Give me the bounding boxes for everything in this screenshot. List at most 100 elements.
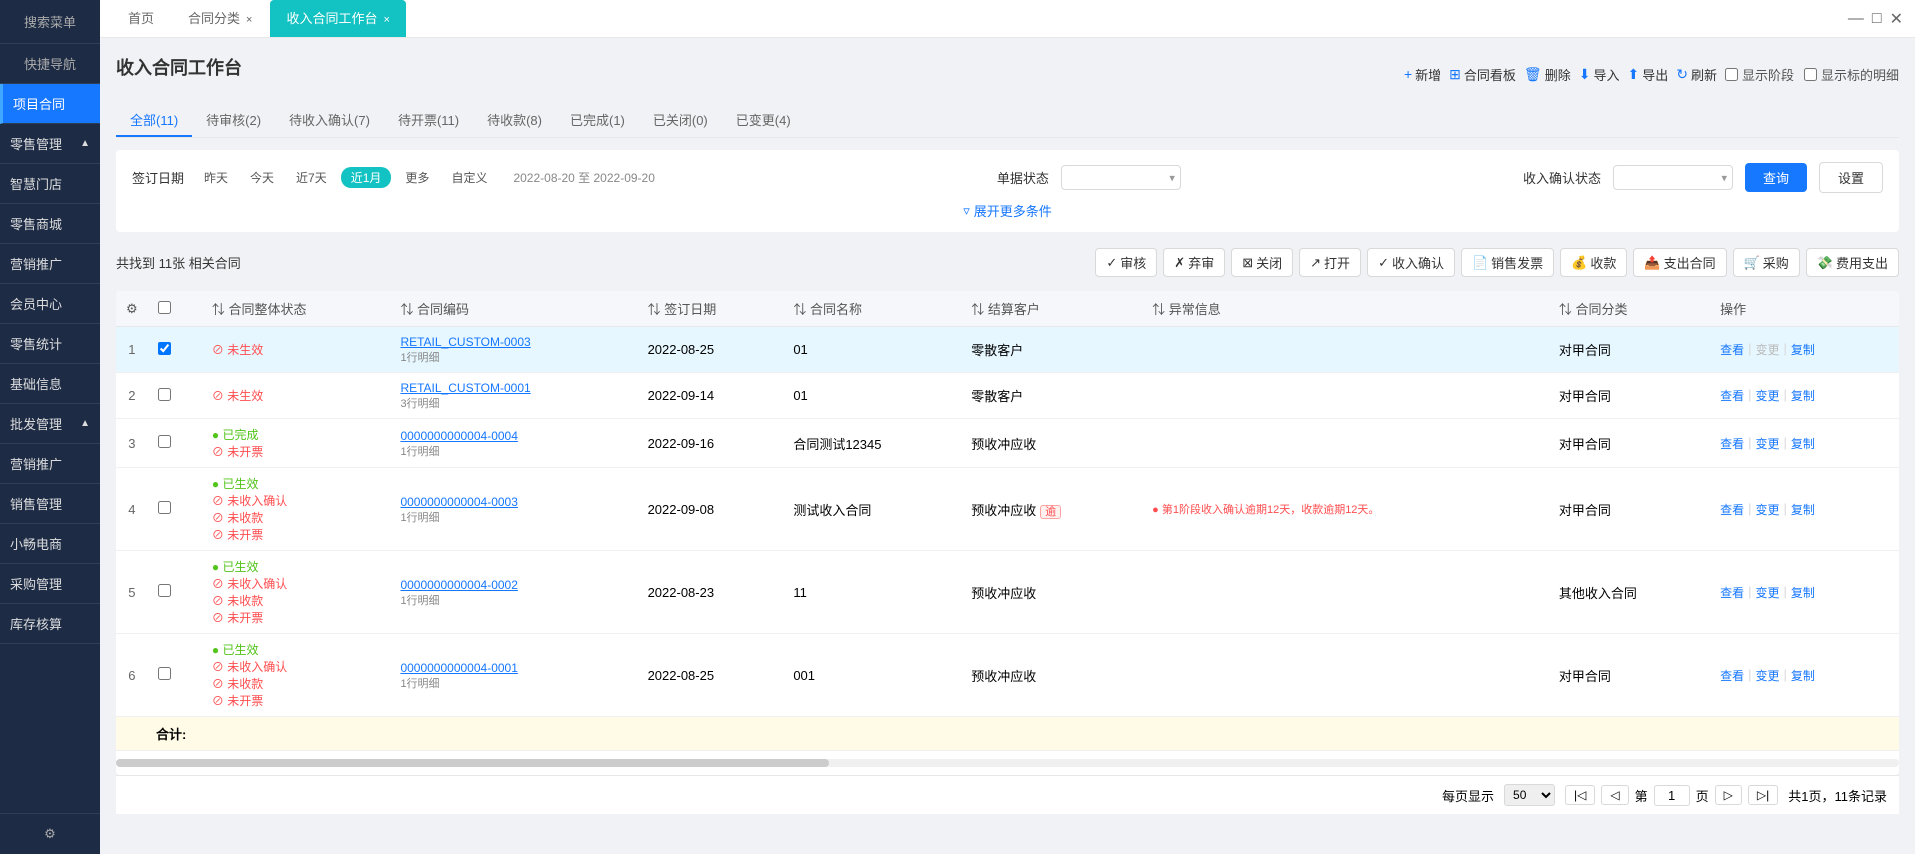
contract-code-link-1[interactable]: RETAIL_CUSTOM-0001	[400, 381, 530, 395]
checkbox-input-show-marks[interactable]	[1804, 68, 1817, 81]
action-变更-2[interactable]: 变更	[1755, 435, 1779, 452]
toolbar-action-receipt[interactable]: 💰收款	[1560, 248, 1627, 277]
settings-button[interactable]: 设置	[1819, 162, 1883, 193]
contract-code-link-0[interactable]: RETAIL_CUSTOM-0003	[400, 335, 530, 349]
action-复制-5[interactable]: 复制	[1791, 667, 1815, 684]
date-option-last7[interactable]: 近7天	[288, 167, 335, 188]
action-变更-5[interactable]: 变更	[1755, 667, 1779, 684]
header-action-kanban[interactable]: ⊞合同看板	[1449, 65, 1516, 84]
doc-status-select[interactable]	[1061, 165, 1181, 190]
tab-home[interactable]: 首页	[112, 0, 170, 37]
sidebar-item-base[interactable]: 基础信息	[0, 364, 100, 404]
page-input[interactable]	[1654, 785, 1690, 806]
action-复制-0[interactable]: 复制	[1791, 341, 1815, 358]
col-header-checkbox[interactable]	[148, 291, 202, 327]
filter-tab-pending-review[interactable]: 待审核(2)	[192, 104, 275, 137]
action-复制-2[interactable]: 复制	[1791, 435, 1815, 452]
sidebar-item-wholesale[interactable]: 批发管理▲	[0, 404, 100, 444]
toolbar-action-payout[interactable]: 📤支出合同	[1633, 248, 1726, 277]
filter-tab-changed[interactable]: 已变更(4)	[722, 104, 805, 137]
sidebar-settings[interactable]: ⚙	[0, 813, 100, 854]
checkbox-show-fields[interactable]: 显示阶段	[1725, 65, 1794, 84]
sidebar-item-mktg2[interactable]: 营销推广	[0, 444, 100, 484]
sidebar-search[interactable]: 搜索菜单	[0, 0, 100, 44]
last-page-button[interactable]: ▷|	[1748, 785, 1778, 805]
scroll-thumb[interactable]	[116, 759, 829, 767]
header-action-add[interactable]: +新增	[1404, 65, 1441, 84]
sidebar-item-stats[interactable]: 零售统计	[0, 324, 100, 364]
header-action-refresh[interactable]: ↻刷新	[1676, 65, 1717, 84]
maximize-icon[interactable]: □	[1872, 10, 1882, 28]
toolbar-action-abandon[interactable]: ✗弃审	[1163, 248, 1225, 277]
action-变更-3[interactable]: 变更	[1755, 501, 1779, 518]
filter-tab-completed[interactable]: 已完成(1)	[556, 104, 639, 137]
select-all-checkbox[interactable]	[158, 301, 171, 314]
toolbar-action-expense[interactable]: 💸费用支出	[1806, 248, 1899, 277]
col-header-settings[interactable]: ⚙	[116, 291, 148, 327]
toolbar-action-sales-invoice[interactable]: 📄销售发票	[1461, 248, 1554, 277]
action-复制-1[interactable]: 复制	[1791, 387, 1815, 404]
contract-code-link-2[interactable]: 0000000000004-0004	[400, 429, 517, 443]
scroll-track[interactable]	[116, 759, 1899, 767]
tab-income-workbench[interactable]: 收入合同工作台×	[270, 0, 405, 37]
tab-contract-category[interactable]: 合同分类×	[172, 0, 268, 37]
per-page-select[interactable]: 102050100	[1504, 784, 1555, 806]
sidebar-item-retail[interactable]: 零售管理▲	[0, 124, 100, 164]
next-page-button[interactable]: ▷	[1715, 785, 1742, 805]
action-查看-4[interactable]: 查看	[1720, 584, 1744, 601]
sidebar-item-purchase[interactable]: 采购管理	[0, 564, 100, 604]
tab-close-contract-category[interactable]: ×	[246, 14, 252, 26]
sidebar-item-sales[interactable]: 销售管理	[0, 484, 100, 524]
sidebar-item-ecommerce[interactable]: 零售商城	[0, 204, 100, 244]
action-查看-2[interactable]: 查看	[1720, 435, 1744, 452]
action-复制-3[interactable]: 复制	[1791, 501, 1815, 518]
sidebar-item-smartstore[interactable]: 智慧门店	[0, 164, 100, 204]
sidebar-item-marketing[interactable]: 营销推广	[0, 244, 100, 284]
filter-tab-closed[interactable]: 已关闭(0)	[639, 104, 722, 137]
filter-tab-pending-confirm[interactable]: 待收入确认(7)	[275, 104, 384, 137]
toolbar-action-open[interactable]: ↗打开	[1299, 248, 1361, 277]
toolbar-action-purchase[interactable]: 🛒采购	[1733, 248, 1800, 277]
date-option-today[interactable]: 今天	[242, 167, 282, 188]
toolbar-action-close[interactable]: ⊠关闭	[1231, 248, 1293, 277]
checkbox-show-marks[interactable]: 显示标的明细	[1804, 65, 1899, 84]
sidebar-item-project[interactable]: 项目合同	[0, 84, 100, 124]
row-checkbox-4[interactable]	[158, 584, 171, 597]
filter-tab-pending-invoice[interactable]: 待开票(11)	[384, 104, 473, 137]
sidebar-item-xiaotan[interactable]: 小畅电商	[0, 524, 100, 564]
sidebar-item-inventory[interactable]: 库存核算	[0, 604, 100, 644]
header-action-export[interactable]: ⬆导出	[1627, 65, 1668, 84]
action-变更-1[interactable]: 变更	[1755, 387, 1779, 404]
expand-conditions-button[interactable]: ▿ 展开更多条件	[963, 201, 1052, 220]
date-option-custom[interactable]: 自定义	[443, 167, 495, 188]
header-action-delete[interactable]: 🗑删除	[1524, 65, 1571, 84]
sidebar-item-member[interactable]: 会员中心	[0, 284, 100, 324]
filter-tab-all[interactable]: 全部(11)	[116, 104, 192, 137]
action-复制-4[interactable]: 复制	[1791, 584, 1815, 601]
row-checkbox-5[interactable]	[158, 667, 171, 680]
prev-page-button[interactable]: ◁	[1601, 785, 1628, 805]
toolbar-action-review[interactable]: ✓审核	[1095, 248, 1157, 277]
date-option-last1month[interactable]: 近1月	[341, 167, 392, 188]
close-icon[interactable]: ✕	[1890, 9, 1903, 29]
action-变更-4[interactable]: 变更	[1755, 584, 1779, 601]
checkbox-input-show-fields[interactable]	[1725, 68, 1738, 81]
row-checkbox-1[interactable]	[158, 388, 171, 401]
row-checkbox-0[interactable]	[158, 342, 171, 355]
contract-code-link-3[interactable]: 0000000000004-0003	[400, 495, 517, 509]
tab-close-income-workbench[interactable]: ×	[383, 14, 389, 26]
row-checkbox-2[interactable]	[158, 435, 171, 448]
contract-code-link-4[interactable]: 0000000000004-0002	[400, 578, 517, 592]
minimize-icon[interactable]: —	[1848, 10, 1864, 28]
date-option-yesterday[interactable]: 昨天	[196, 167, 236, 188]
sidebar-quicknav[interactable]: 快捷导航	[0, 44, 100, 84]
action-查看-3[interactable]: 查看	[1720, 501, 1744, 518]
row-checkbox-3[interactable]	[158, 501, 171, 514]
action-查看-5[interactable]: 查看	[1720, 667, 1744, 684]
toolbar-action-income-confirm[interactable]: ✓收入确认	[1367, 248, 1455, 277]
date-option-more[interactable]: 更多	[397, 167, 437, 188]
action-查看-0[interactable]: 查看	[1720, 341, 1744, 358]
search-button[interactable]: 查询	[1745, 163, 1807, 192]
contract-code-link-5[interactable]: 0000000000004-0001	[400, 661, 517, 675]
first-page-button[interactable]: |◁	[1565, 785, 1595, 805]
